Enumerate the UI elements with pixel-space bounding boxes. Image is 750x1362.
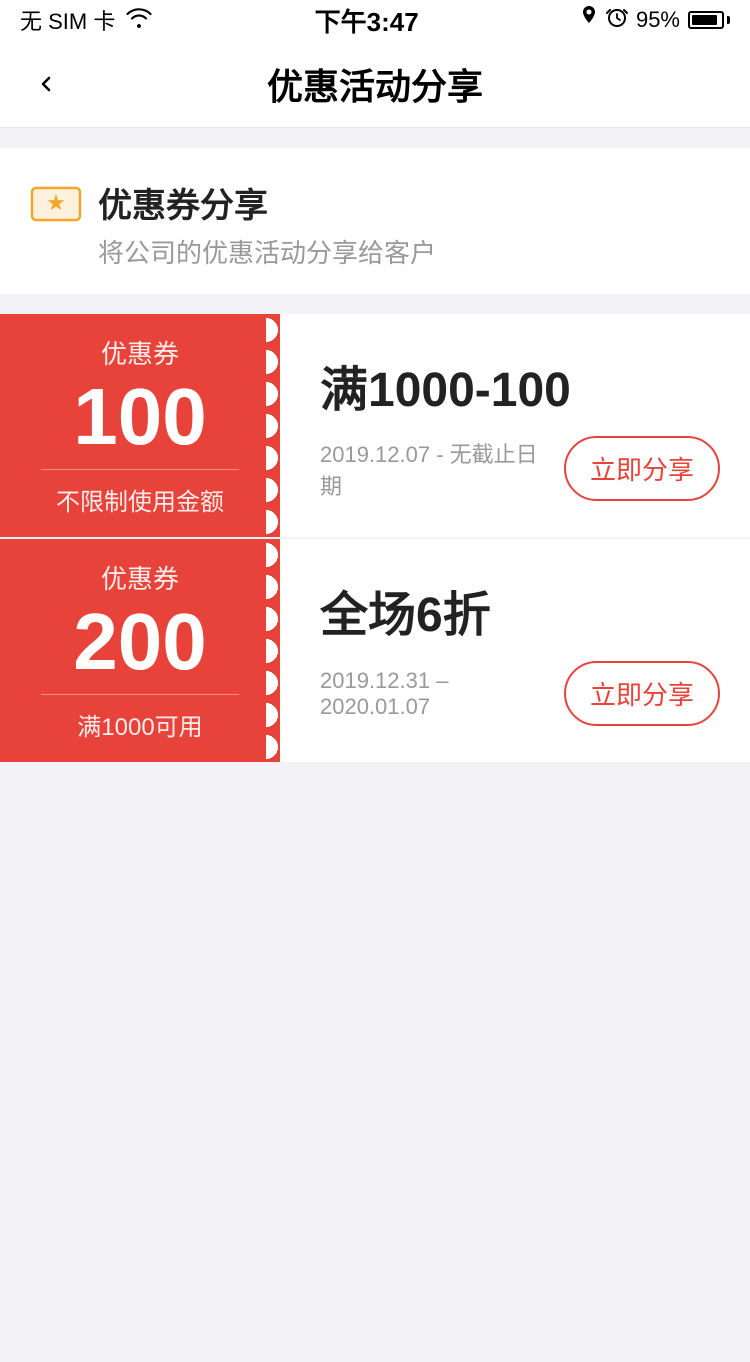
section-subtitle: 将公司的优惠活动分享给客户: [98, 233, 436, 270]
alarm-icon: [606, 6, 628, 34]
coupon-meta-2: 2019.12.31 – 2020.01.07 立即分享: [320, 661, 720, 726]
section-title: 优惠券分享: [98, 178, 436, 227]
coupon-amount-2: 200: [73, 602, 206, 682]
svg-text:★: ★: [46, 190, 66, 215]
coupon-label-1: 优惠券: [101, 334, 179, 371]
coupon-divider-1: [41, 469, 239, 470]
bottom-area: [0, 762, 750, 1362]
section-text: 优惠券分享 将公司的优惠活动分享给客户: [98, 178, 436, 270]
coupon-condition-2: 满1000可用: [77, 707, 202, 742]
back-button[interactable]: [24, 62, 68, 106]
coupon-meta-1: 2019.12.07 - 无截止日期 立即分享: [320, 436, 720, 501]
coupon-right-1: 满1000-100 2019.12.07 - 无截止日期 立即分享: [280, 314, 750, 537]
coupon-amount-1: 100: [73, 377, 206, 457]
coupon-right-2: 全场6折 2019.12.31 – 2020.01.07 立即分享: [280, 539, 750, 762]
coupon-title-2: 全场6折: [320, 575, 720, 645]
status-right: 95%: [580, 6, 730, 34]
carrier-text: 无 SIM 卡: [20, 4, 115, 36]
coupon-card-2: 优惠券 200 满1000可用 全场6折 2019.12.31 – 2020.0…: [0, 539, 750, 762]
coupon-date-1: 2019.12.07 - 无截止日期: [320, 437, 554, 501]
coupon-card: 优惠券 100 不限制使用金额 满1000-100 2019.12.07 - 无…: [0, 314, 750, 537]
coupon-date-2: 2019.12.31 – 2020.01.07: [320, 668, 554, 720]
coupon-left-1: 优惠券 100 不限制使用金额: [0, 314, 280, 537]
wifi-icon: [125, 6, 153, 34]
status-left: 无 SIM 卡: [20, 4, 153, 36]
nav-bar: 优惠活动分享: [0, 40, 750, 128]
coupon-left-2: 优惠券 200 满1000可用: [0, 539, 280, 762]
page-title: 优惠活动分享: [267, 58, 483, 110]
status-bar: 无 SIM 卡 下午3:47 95%: [0, 0, 750, 40]
section-icon: ★: [30, 178, 82, 230]
section-header: ★ 优惠券分享 将公司的优惠活动分享给客户: [0, 148, 750, 294]
battery-icon: [688, 11, 730, 29]
coupon-label-2: 优惠券: [101, 559, 179, 596]
share-button-2[interactable]: 立即分享: [564, 661, 720, 726]
location-icon: [580, 6, 598, 34]
coupon-list: 优惠券 100 不限制使用金额 满1000-100 2019.12.07 - 无…: [0, 314, 750, 762]
share-button-1[interactable]: 立即分享: [564, 436, 720, 501]
coupon-title-1: 满1000-100: [320, 350, 720, 420]
battery-text: 95%: [636, 7, 680, 33]
coupon-divider-2: [41, 694, 239, 695]
status-time: 下午3:47: [315, 2, 419, 39]
coupon-condition-1: 不限制使用金额: [56, 482, 224, 517]
